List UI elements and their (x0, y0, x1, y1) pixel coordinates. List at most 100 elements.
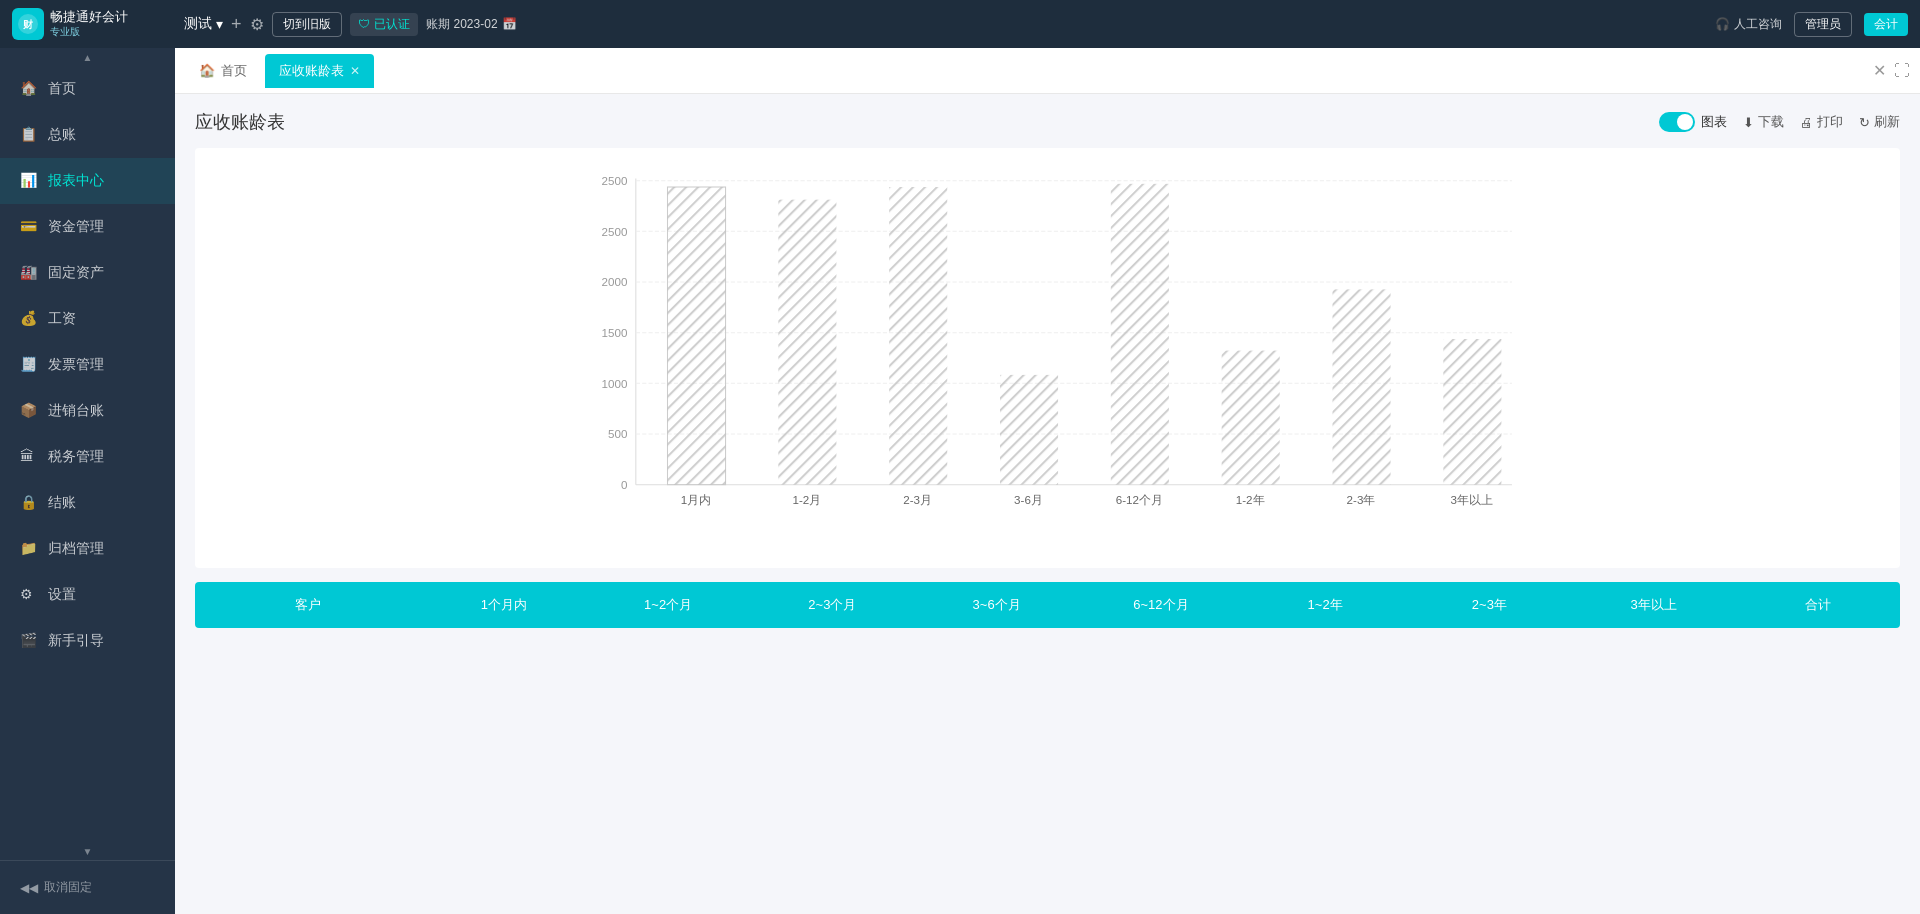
add-project-button[interactable]: + (231, 14, 242, 35)
sales-icon: 📦 (20, 402, 38, 420)
sidebar-item-assets[interactable]: 🏭 固定资产 (0, 250, 175, 296)
pin-icon: ◀◀ (20, 881, 38, 895)
print-icon: 🖨 (1800, 115, 1813, 130)
sidebar-item-invoice[interactable]: 🧾 发票管理 (0, 342, 175, 388)
sidebar-item-archive[interactable]: 📁 归档管理 (0, 526, 175, 572)
ledger-icon: 📋 (20, 126, 38, 144)
refresh-button[interactable]: ↻ 刷新 (1859, 113, 1900, 131)
sidebar-scroll-down[interactable]: ▼ (0, 842, 175, 860)
tab-home[interactable]: 🏠 首页 (185, 54, 261, 88)
svg-text:2500: 2500 (602, 225, 628, 238)
svg-text:0: 0 (621, 478, 627, 491)
svg-text:2000: 2000 (602, 275, 628, 288)
table-container: 客户 1个月内 1~2个月 2~3个月 3~6个月 6~12个月 1~2年 2~… (195, 582, 1900, 628)
sidebar-item-reports[interactable]: 📊 报表中心 (0, 158, 175, 204)
sidebar-items: 🏠 首页 📋 总账 📊 报表中心 💳 资金管理 🏭 固定资产 💰 工资 (0, 66, 175, 842)
chevron-down-icon: ▾ (216, 16, 223, 32)
svg-rect-30 (1222, 351, 1280, 485)
shield-icon: 🛡 (358, 17, 370, 31)
calendar-icon[interactable]: 📅 (502, 17, 517, 31)
salary-icon: 💰 (20, 310, 38, 328)
role-button[interactable]: 会计 (1864, 13, 1908, 36)
svg-text:500: 500 (608, 427, 627, 440)
reports-icon: 📊 (20, 172, 38, 190)
top-header: 财 畅捷通好会计 专业版 测试 ▾ + ⚙ 切到旧版 🛡 已认证 账期 2023… (0, 0, 1920, 48)
sidebar-item-home[interactable]: 🏠 首页 (0, 66, 175, 112)
download-button[interactable]: ⬇ 下载 (1743, 113, 1784, 131)
col-header-6-12m: 6~12个月 (1079, 582, 1243, 628)
sidebar-item-guide[interactable]: 🎬 新手引导 (0, 618, 175, 664)
svg-text:2-3年: 2-3年 (1347, 493, 1376, 506)
sidebar-scroll-up[interactable]: ▲ (0, 48, 175, 66)
close-panel-button[interactable]: ✕ (1873, 61, 1886, 80)
switch-version-button[interactable]: 切到旧版 (272, 12, 342, 37)
sidebar: ▲ 🏠 首页 📋 总账 📊 报表中心 💳 资金管理 🏭 固定资产 (0, 48, 175, 914)
main-layout: ▲ 🏠 首页 📋 总账 📊 报表中心 💳 资金管理 🏭 固定资产 (0, 48, 1920, 914)
table-header: 客户 1个月内 1~2个月 2~3个月 3~6个月 6~12个月 1~2年 2~… (195, 582, 1900, 628)
pin-sidebar-button[interactable]: ◀◀ 取消固定 (0, 871, 175, 904)
toggle-track[interactable] (1659, 112, 1695, 132)
content-area: 🏠 首页 应收账龄表 ✕ ✕ ⛶ 应收账龄表 (175, 48, 1920, 914)
svg-text:1月内: 1月内 (681, 493, 711, 506)
chart-area: 0 500 1000 1500 2000 2500 2500 (215, 168, 1880, 548)
page-actions: 图表 ⬇ 下载 🖨 打印 ↻ 刷新 (1659, 112, 1900, 132)
svg-rect-32 (1333, 289, 1391, 484)
sidebar-item-sales[interactable]: 📦 进销台账 (0, 388, 175, 434)
headset-icon: 🎧 (1715, 17, 1730, 31)
download-icon: ⬇ (1743, 115, 1754, 130)
page-content: 应收账龄表 图表 ⬇ 下载 🖨 打印 (175, 94, 1920, 914)
app-logo-icon: 财 (12, 8, 44, 40)
col-header-customer: 客户 (195, 582, 422, 628)
period-display: 账期 2023-02 📅 (426, 16, 517, 33)
sidebar-item-salary[interactable]: 💰 工资 (0, 296, 175, 342)
toggle-thumb (1677, 114, 1693, 130)
svg-rect-26 (1000, 375, 1058, 485)
sidebar-item-tax[interactable]: 🏛 税务管理 (0, 434, 175, 480)
svg-text:1-2月: 1-2月 (792, 493, 821, 506)
user-button[interactable]: 管理员 (1794, 12, 1852, 37)
col-header-1m: 1个月内 (422, 582, 586, 628)
home-tab-icon: 🏠 (199, 63, 215, 78)
expand-panel-button[interactable]: ⛶ (1894, 61, 1910, 80)
col-header-1-2m: 1~2个月 (586, 582, 750, 628)
sidebar-item-ledger[interactable]: 📋 总账 (0, 112, 175, 158)
svg-text:3-6月: 3-6月 (1014, 493, 1043, 506)
chart-container: 0 500 1000 1500 2000 2500 2500 (195, 148, 1900, 568)
assets-icon: 🏭 (20, 264, 38, 282)
close-ledger-icon: 🔒 (20, 494, 38, 512)
chart-toggle[interactable]: 图表 (1659, 112, 1727, 132)
bar-chart-svg: 0 500 1000 1500 2000 2500 2500 (215, 168, 1880, 548)
chart-toggle-label: 图表 (1701, 113, 1727, 131)
page-title: 应收账龄表 (195, 110, 285, 134)
sidebar-item-funds[interactable]: 💳 资金管理 (0, 204, 175, 250)
svg-text:1-2年: 1-2年 (1236, 493, 1265, 506)
header-nav: 测试 ▾ + ⚙ 切到旧版 🛡 已认证 账期 2023-02 📅 (184, 12, 1703, 37)
funds-icon: 💳 (20, 218, 38, 236)
tax-icon: 🏛 (20, 448, 38, 466)
service-button[interactable]: 🎧 人工咨询 (1715, 16, 1782, 33)
app-edition: 专业版 (50, 25, 128, 39)
svg-rect-19 (668, 187, 726, 485)
header-right: 🎧 人工咨询 管理员 会计 (1715, 12, 1908, 37)
svg-text:3年以上: 3年以上 (1451, 493, 1493, 506)
svg-rect-24 (889, 187, 947, 485)
sidebar-item-settings[interactable]: ⚙ 设置 (0, 572, 175, 618)
home-icon: 🏠 (20, 80, 38, 98)
sidebar-item-close[interactable]: 🔒 结账 (0, 480, 175, 526)
col-header-2-3m: 2~3个月 (750, 582, 914, 628)
col-header-2-3y: 2~3年 (1407, 582, 1571, 628)
print-button[interactable]: 🖨 打印 (1800, 113, 1843, 131)
tab-aging-report[interactable]: 应收账龄表 ✕ (265, 54, 374, 88)
settings-icon: ⚙ (20, 586, 38, 604)
project-selector[interactable]: 测试 ▾ (184, 15, 223, 33)
col-header-1-2y: 1~2年 (1243, 582, 1407, 628)
tab-bar: 🏠 首页 应收账龄表 ✕ ✕ ⛶ (175, 48, 1920, 94)
col-header-total: 合计 (1736, 582, 1900, 628)
guide-icon: 🎬 (20, 632, 38, 650)
invoice-icon: 🧾 (20, 356, 38, 374)
refresh-icon: ↻ (1859, 115, 1870, 130)
svg-text:1500: 1500 (602, 326, 628, 339)
settings-icon-button[interactable]: ⚙ (250, 15, 264, 34)
certified-badge: 🛡 已认证 (350, 13, 418, 36)
tab-close-icon[interactable]: ✕ (350, 64, 360, 78)
